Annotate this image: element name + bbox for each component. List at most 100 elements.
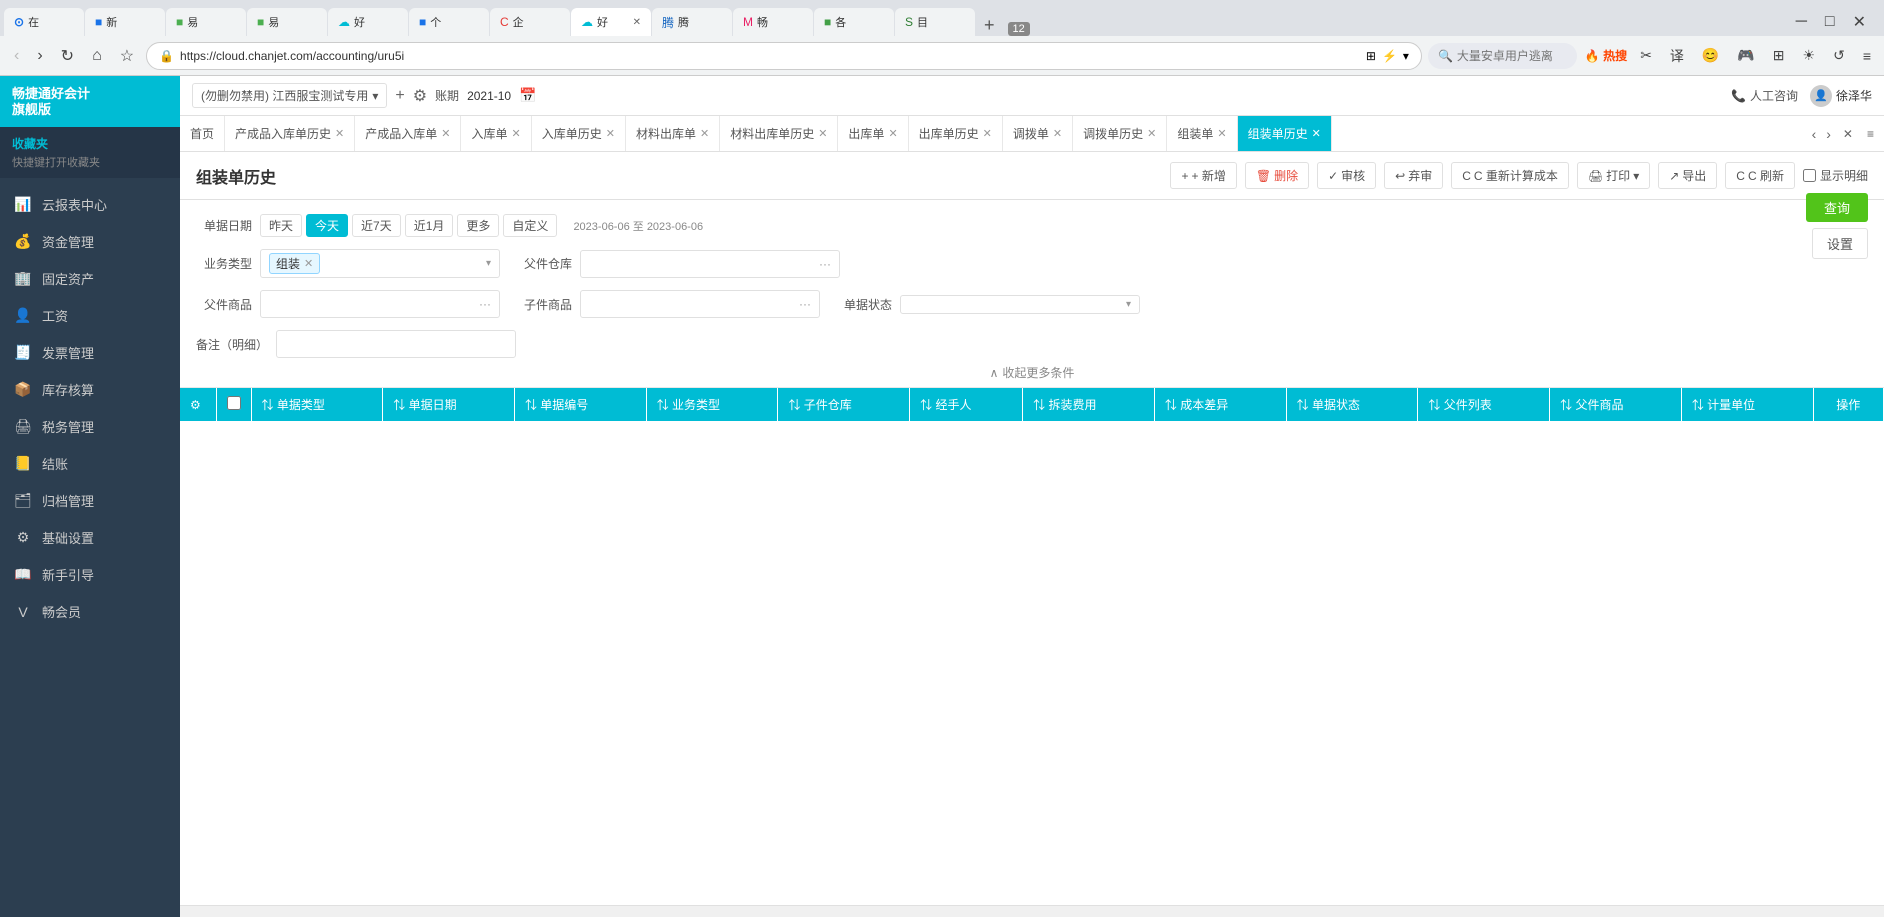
parent-goods-more-icon[interactable]: ··· — [479, 297, 491, 311]
warehouse-input[interactable] — [589, 257, 815, 271]
product-in-history-close-icon[interactable]: ✕ — [335, 127, 344, 140]
forward-button[interactable]: › — [31, 43, 48, 69]
abandon-button[interactable]: ↩ 弃审 — [1384, 162, 1443, 189]
material-out-close-icon[interactable]: ✕ — [700, 127, 709, 140]
sidebar-item-archive[interactable]: 🗂 归档管理 — [0, 482, 180, 519]
notes-input[interactable] — [285, 337, 507, 351]
browser-tab-4[interactable]: ■ 易 — [247, 8, 327, 36]
child-goods-input[interactable] — [589, 297, 795, 311]
nav-tab-assembly-history[interactable]: 组装单历史 ✕ — [1238, 116, 1332, 151]
sidebar-item-guide[interactable]: 📖 新手引导 — [0, 556, 180, 593]
show-detail-checkbox-label[interactable]: 显示明细 — [1803, 167, 1868, 184]
collapse-row[interactable]: ∧ 收起更多条件 — [196, 358, 1868, 387]
table-column-settings-icon[interactable]: ⚙ — [190, 398, 201, 412]
product-in-close-icon[interactable]: ✕ — [441, 127, 450, 140]
browser-tab-12[interactable]: S 目 — [895, 8, 975, 36]
maximize-button[interactable]: □ — [1819, 9, 1841, 35]
last1month-btn[interactable]: 近1月 — [405, 214, 454, 237]
col-biz-type-header[interactable]: ⇅ 业务类型 — [646, 388, 778, 421]
nav-tab-assembly[interactable]: 组装单 ✕ — [1167, 116, 1237, 151]
col-type-header[interactable]: ⇅ 单据类型 — [251, 388, 383, 421]
refresh-button[interactable]: C C 刷新 — [1725, 162, 1795, 189]
scissors-icon-btn[interactable]: ✂ — [1635, 44, 1657, 67]
col-parent-list-header[interactable]: ⇅ 父件列表 — [1418, 388, 1550, 421]
col-number-header[interactable]: ⇅ 单据编号 — [514, 388, 646, 421]
yesterday-btn[interactable]: 昨天 — [260, 214, 302, 237]
translate-icon-btn[interactable]: 译 — [1665, 43, 1689, 69]
in-order-close-icon[interactable]: ✕ — [512, 127, 521, 140]
notes-input-container[interactable] — [276, 330, 516, 358]
nav-more-button[interactable]: ≡ — [1861, 127, 1880, 141]
sidebar-item-inventory[interactable]: 📦 库存核算 — [0, 371, 180, 408]
col-child-warehouse-header[interactable]: ⇅ 子件仓库 — [778, 388, 910, 421]
new-tab-button[interactable]: + — [976, 15, 1003, 36]
in-history-close-icon[interactable]: ✕ — [606, 127, 615, 140]
filter-settings-button[interactable]: 设置 — [1812, 228, 1868, 259]
sidebar-item-checkout[interactable]: 📒 结账 — [0, 445, 180, 482]
sidebar-item-fund-management[interactable]: 💰 资金管理 — [0, 223, 180, 260]
address-dropdown-icon[interactable]: ▾ — [1403, 49, 1409, 63]
browser-tab-9[interactable]: 腾 腾 — [652, 8, 732, 36]
browser-tab-6[interactable]: ■ 个 — [409, 8, 489, 36]
address-bar[interactable]: 🔒 https://cloud.chanjet.com/accounting/u… — [146, 42, 1422, 70]
sidebar-item-invoice[interactable]: 🧾 发票管理 — [0, 334, 180, 371]
sidebar-item-cloud-reports[interactable]: 📊 云报表中心 — [0, 186, 180, 223]
col-status-header[interactable]: ⇅ 单据状态 — [1286, 388, 1418, 421]
minimize-button[interactable]: ─ — [1790, 9, 1813, 35]
table-checkbox-header[interactable] — [216, 388, 251, 421]
nav-tab-out-order[interactable]: 出库单 ✕ — [838, 116, 908, 151]
col-handler-header[interactable]: ⇅ 经手人 — [910, 388, 1023, 421]
back-button[interactable]: ‹ — [8, 43, 25, 69]
add-button[interactable]: + + 新增 — [1170, 162, 1236, 189]
nav-tab-home[interactable]: 首页 — [180, 116, 225, 151]
nav-tab-in-order[interactable]: 入库单 ✕ — [461, 116, 531, 151]
add-company-button[interactable]: + — [395, 87, 404, 105]
nav-scroll-right-button[interactable]: › — [1822, 124, 1835, 144]
col-cost-diff-header[interactable]: ⇅ 成本差异 — [1154, 388, 1286, 421]
grid-icon-btn[interactable]: ⊞ — [1768, 44, 1790, 67]
sidebar-item-fixed-assets[interactable]: 🏢 固定资产 — [0, 260, 180, 297]
horizontal-scrollbar[interactable] — [180, 905, 1884, 917]
nav-tab-transfer[interactable]: 调拨单 ✕ — [1003, 116, 1073, 151]
sidebar-item-member[interactable]: V 畅会员 — [0, 593, 180, 630]
browser-tab-3[interactable]: ■ 易 — [166, 8, 246, 36]
table-settings-header[interactable]: ⚙ — [180, 388, 216, 421]
home-button[interactable]: ⌂ — [86, 43, 108, 69]
assembly-close-icon[interactable]: ✕ — [1217, 127, 1226, 140]
status-select[interactable]: ▾ — [900, 295, 1140, 314]
nav-scroll-left-button[interactable]: ‹ — [1808, 124, 1821, 144]
today-btn[interactable]: 今天 — [306, 214, 348, 237]
last7days-btn[interactable]: 近7天 — [352, 214, 401, 237]
emoji-icon-btn[interactable]: 😊 — [1697, 44, 1724, 67]
col-unit-header[interactable]: ⇅ 计量单位 — [1681, 388, 1813, 421]
nav-tab-in-history[interactable]: 入库单历史 ✕ — [532, 116, 626, 151]
parent-goods-input[interactable] — [269, 297, 475, 311]
browser-search-input[interactable] — [1457, 49, 1567, 63]
custom-date-btn[interactable]: 自定义 — [503, 214, 557, 237]
child-goods-more-icon[interactable]: ··· — [799, 297, 811, 311]
nav-tab-transfer-history[interactable]: 调拨单历史 ✕ — [1073, 116, 1167, 151]
col-disassemble-cost-header[interactable]: ⇅ 拆装费用 — [1023, 388, 1155, 421]
company-selector[interactable]: (勿删勿禁用) 江西服宝测试专用 ▾ — [192, 83, 387, 108]
browser-tab-1[interactable]: ⊙ 在 — [4, 8, 84, 36]
calendar-icon[interactable]: 📅 — [519, 87, 536, 104]
browser-tab-7[interactable]: C 企 — [490, 8, 570, 36]
browser-search-bar[interactable]: 🔍 — [1428, 43, 1577, 69]
child-goods-input-container[interactable]: ··· — [580, 290, 820, 318]
history-icon-btn[interactable]: ↺ — [1828, 44, 1850, 67]
tab8-close-icon[interactable]: ✕ — [633, 17, 641, 28]
query-button[interactable]: 查询 — [1806, 193, 1868, 222]
more-icon-btn[interactable]: ≡ — [1858, 45, 1876, 67]
browser-tab-2[interactable]: ■ 新 — [85, 8, 165, 36]
nav-tab-material-out[interactable]: 材料出库单 ✕ — [626, 116, 720, 151]
out-history-close-icon[interactable]: ✕ — [983, 127, 992, 140]
parent-goods-input-container[interactable]: ··· — [260, 290, 500, 318]
export-button[interactable]: ↗ 导出 — [1658, 162, 1717, 189]
assembly-history-close-icon[interactable]: ✕ — [1312, 127, 1321, 140]
game-icon-btn[interactable]: 🎮 — [1732, 44, 1759, 67]
more-date-btn[interactable]: 更多 — [457, 214, 499, 237]
company-settings-button[interactable]: ⚙ — [413, 86, 427, 106]
col-parent-goods-header[interactable]: ⇅ 父件商品 — [1550, 388, 1682, 421]
business-type-select[interactable]: 组装 ✕ ▾ — [260, 249, 500, 278]
transfer-close-icon[interactable]: ✕ — [1053, 127, 1062, 140]
